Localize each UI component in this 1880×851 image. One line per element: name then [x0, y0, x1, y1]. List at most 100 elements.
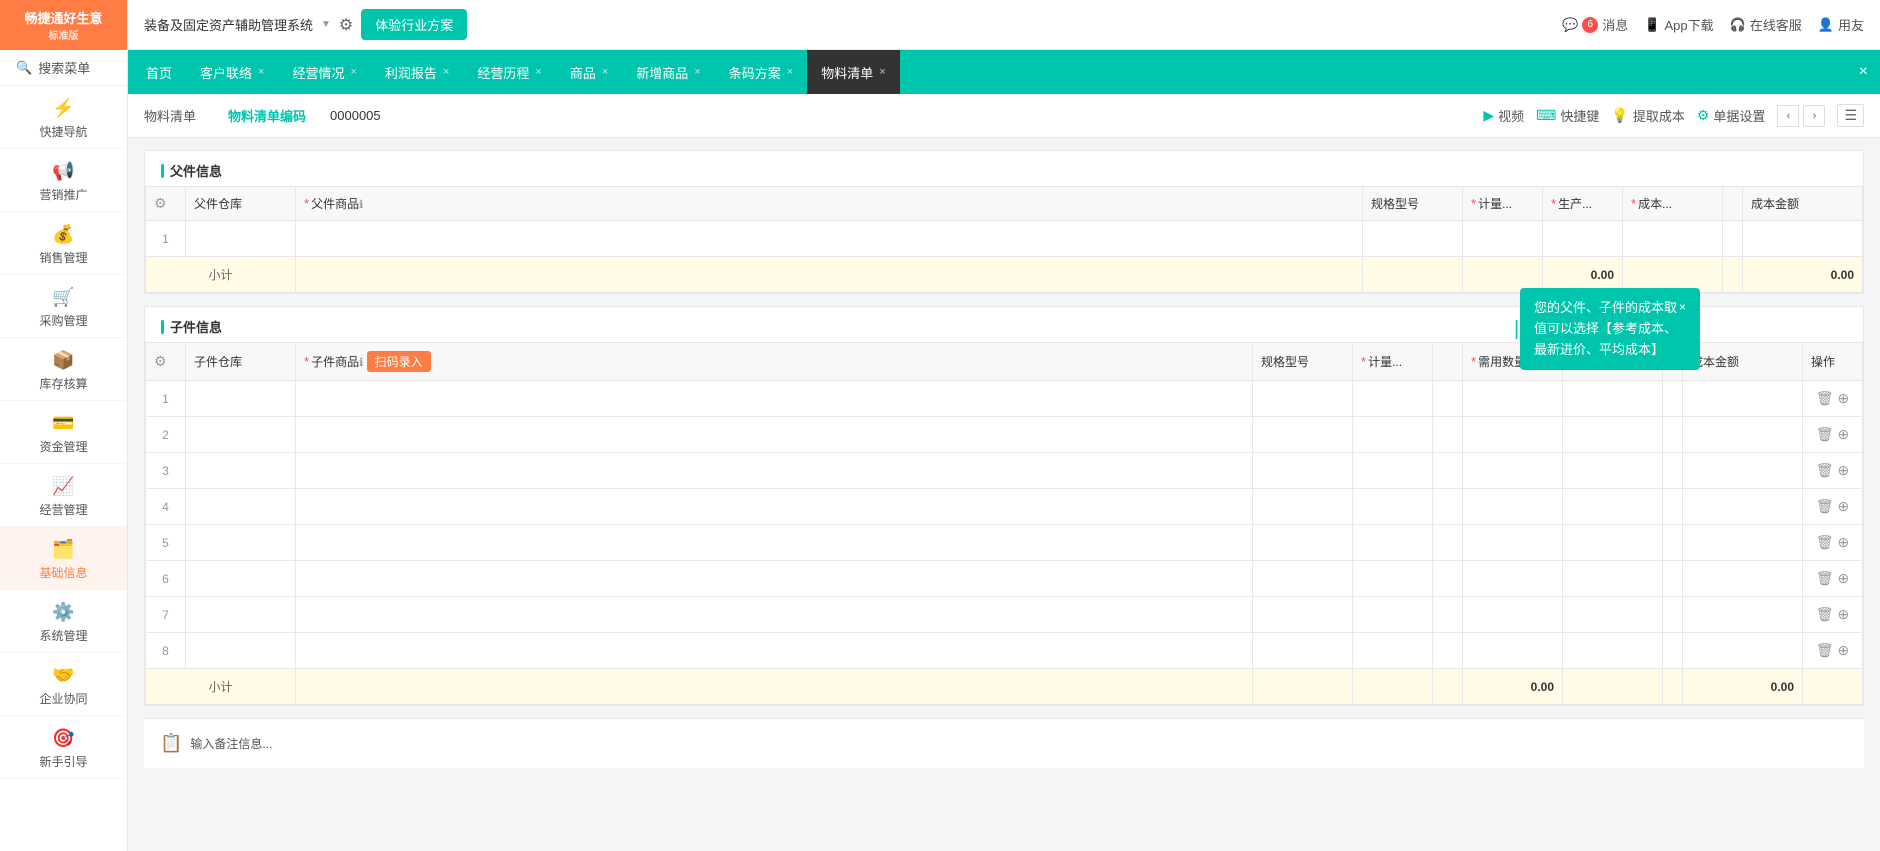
child-unit-cell[interactable]: [1353, 417, 1433, 453]
delete-row-icon[interactable]: 🗑: [1816, 498, 1834, 515]
child-amount-cell[interactable]: [1683, 597, 1803, 633]
system-dropdown-arrow[interactable]: ▼: [321, 19, 331, 30]
copy-row-icon[interactable]: ⊕: [1838, 426, 1850, 443]
tab-profit[interactable]: 利润报告 ×: [371, 50, 463, 94]
child-product-cell[interactable]: [296, 561, 1253, 597]
parent-cost-cell[interactable]: [1623, 221, 1723, 257]
settings-gear-button[interactable]: ⚙: [339, 15, 353, 35]
page-close-button[interactable]: ×: [1851, 63, 1876, 81]
child-qty-cell[interactable]: [1463, 633, 1563, 669]
tab-barcode-close[interactable]: ×: [787, 66, 793, 78]
child-qty-cell[interactable]: [1463, 597, 1563, 633]
tooltip-close-button[interactable]: ×: [1679, 298, 1686, 317]
next-arrow-button[interactable]: ›: [1803, 105, 1825, 127]
child-unit-cell[interactable]: [1353, 489, 1433, 525]
parent-warehouse-cell[interactable]: [186, 221, 296, 257]
prev-arrow-button[interactable]: ‹: [1777, 105, 1799, 127]
sidebar-item-sales[interactable]: 💰 销售管理: [0, 212, 127, 275]
single-settings-button[interactable]: ⚙ 单据设置: [1697, 106, 1766, 125]
shortcut-button[interactable]: ⌨ 快捷键: [1536, 106, 1599, 125]
sidebar-item-purchase[interactable]: 🛒 采购管理: [0, 275, 127, 338]
child-spec-cell[interactable]: [1253, 597, 1353, 633]
sidebar-item-system[interactable]: ⚙️ 系统管理: [0, 590, 127, 653]
child-product-cell[interactable]: [296, 453, 1253, 489]
child-warehouse-cell[interactable]: [186, 489, 296, 525]
delete-row-icon[interactable]: 🗑: [1816, 426, 1834, 443]
sidebar-item-inventory[interactable]: 📦 库存核算: [0, 338, 127, 401]
sidebar-item-guide[interactable]: 🎯 新手引导: [0, 716, 127, 779]
child-unit-cell[interactable]: [1353, 633, 1433, 669]
child-price-cell[interactable]: [1563, 489, 1663, 525]
child-qty-cell[interactable]: [1463, 525, 1563, 561]
sidebar-item-enterprise[interactable]: 🤝 企业协同: [0, 653, 127, 716]
delete-row-icon[interactable]: 🗑: [1816, 570, 1834, 587]
child-product-cell[interactable]: [296, 597, 1253, 633]
child-product-cell[interactable]: [296, 381, 1253, 417]
video-button[interactable]: ▶ 视频: [1483, 106, 1524, 125]
sidebar-item-operations[interactable]: 📈 经营管理: [0, 464, 127, 527]
child-unit-cell[interactable]: [1353, 381, 1433, 417]
copy-row-icon[interactable]: ⊕: [1838, 642, 1850, 659]
parent-spec-cell[interactable]: [1363, 221, 1463, 257]
copy-row-icon[interactable]: ⊕: [1838, 570, 1850, 587]
parent-prod-cell[interactable]: [1543, 221, 1623, 257]
breadcrumb-bom-list[interactable]: 物料清单: [144, 106, 196, 125]
child-product-cell[interactable]: [296, 417, 1253, 453]
tab-new-goods[interactable]: 新增商品 ×: [622, 50, 714, 94]
child-col-settings[interactable]: ⚙: [146, 343, 186, 381]
child-qty-cell[interactable]: [1463, 417, 1563, 453]
tab-barcode[interactable]: 条码方案 ×: [715, 50, 807, 94]
child-warehouse-cell[interactable]: [186, 453, 296, 489]
child-amount-cell[interactable]: [1683, 381, 1803, 417]
child-qty-cell[interactable]: [1463, 561, 1563, 597]
tab-goods-close[interactable]: ×: [602, 66, 608, 78]
child-qty-cell[interactable]: [1463, 381, 1563, 417]
child-unit-cell[interactable]: [1353, 453, 1433, 489]
child-spec-cell[interactable]: [1253, 381, 1353, 417]
child-price-cell[interactable]: [1563, 525, 1663, 561]
child-product-cell[interactable]: [296, 489, 1253, 525]
tab-home[interactable]: 首页: [132, 50, 186, 94]
app-download-item[interactable]: 📱 App下载: [1644, 15, 1713, 34]
child-settings-icon[interactable]: ⚙: [154, 353, 167, 369]
tab-new-goods-close[interactable]: ×: [694, 66, 700, 78]
child-spec-cell[interactable]: [1253, 525, 1353, 561]
copy-row-icon[interactable]: ⊕: [1838, 498, 1850, 515]
tab-customer[interactable]: 客户联络 ×: [186, 50, 278, 94]
tab-operations[interactable]: 经营情况 ×: [278, 50, 370, 94]
scan-input-button[interactable]: 扫码录入: [367, 351, 431, 372]
col-settings[interactable]: ⚙: [146, 187, 186, 221]
child-price-cell[interactable]: [1563, 381, 1663, 417]
sidebar-item-basic-info[interactable]: 🗂️ 基础信息: [0, 527, 127, 590]
copy-row-icon[interactable]: ⊕: [1838, 606, 1850, 623]
sidebar-item-finance[interactable]: 💳 资金管理: [0, 401, 127, 464]
tab-customer-close[interactable]: ×: [258, 66, 264, 78]
message-item[interactable]: 💬 6 消息: [1562, 15, 1628, 34]
child-warehouse-cell[interactable]: [186, 381, 296, 417]
child-unit-cell[interactable]: [1353, 561, 1433, 597]
child-price-cell[interactable]: [1563, 633, 1663, 669]
tab-bom-close[interactable]: ×: [879, 66, 885, 78]
copy-row-icon[interactable]: ⊕: [1838, 390, 1850, 407]
child-spec-cell[interactable]: [1253, 489, 1353, 525]
note-placeholder[interactable]: 输入备注信息...: [190, 735, 272, 752]
child-product-cell[interactable]: [296, 525, 1253, 561]
child-warehouse-cell[interactable]: [186, 525, 296, 561]
child-amount-cell[interactable]: [1683, 417, 1803, 453]
delete-row-icon[interactable]: 🗑: [1816, 606, 1834, 623]
child-warehouse-cell[interactable]: [186, 417, 296, 453]
child-qty-cell[interactable]: [1463, 489, 1563, 525]
child-amount-cell[interactable]: [1683, 453, 1803, 489]
list-view-button[interactable]: ☰: [1837, 104, 1864, 127]
tab-profit-close[interactable]: ×: [443, 66, 449, 78]
sidebar-item-marketing[interactable]: 📢 营销推广: [0, 149, 127, 212]
tab-goods[interactable]: 商品 ×: [556, 50, 622, 94]
search-menu-item[interactable]: 🔍 搜索菜单: [0, 50, 127, 86]
child-unit-cell[interactable]: [1353, 525, 1433, 561]
tab-operations-close[interactable]: ×: [350, 66, 356, 78]
tab-history[interactable]: 经营历程 ×: [463, 50, 555, 94]
child-price-cell[interactable]: [1563, 453, 1663, 489]
child-amount-cell[interactable]: [1683, 561, 1803, 597]
child-amount-cell[interactable]: [1683, 525, 1803, 561]
tab-bom[interactable]: 物料清单 ×: [807, 50, 899, 94]
